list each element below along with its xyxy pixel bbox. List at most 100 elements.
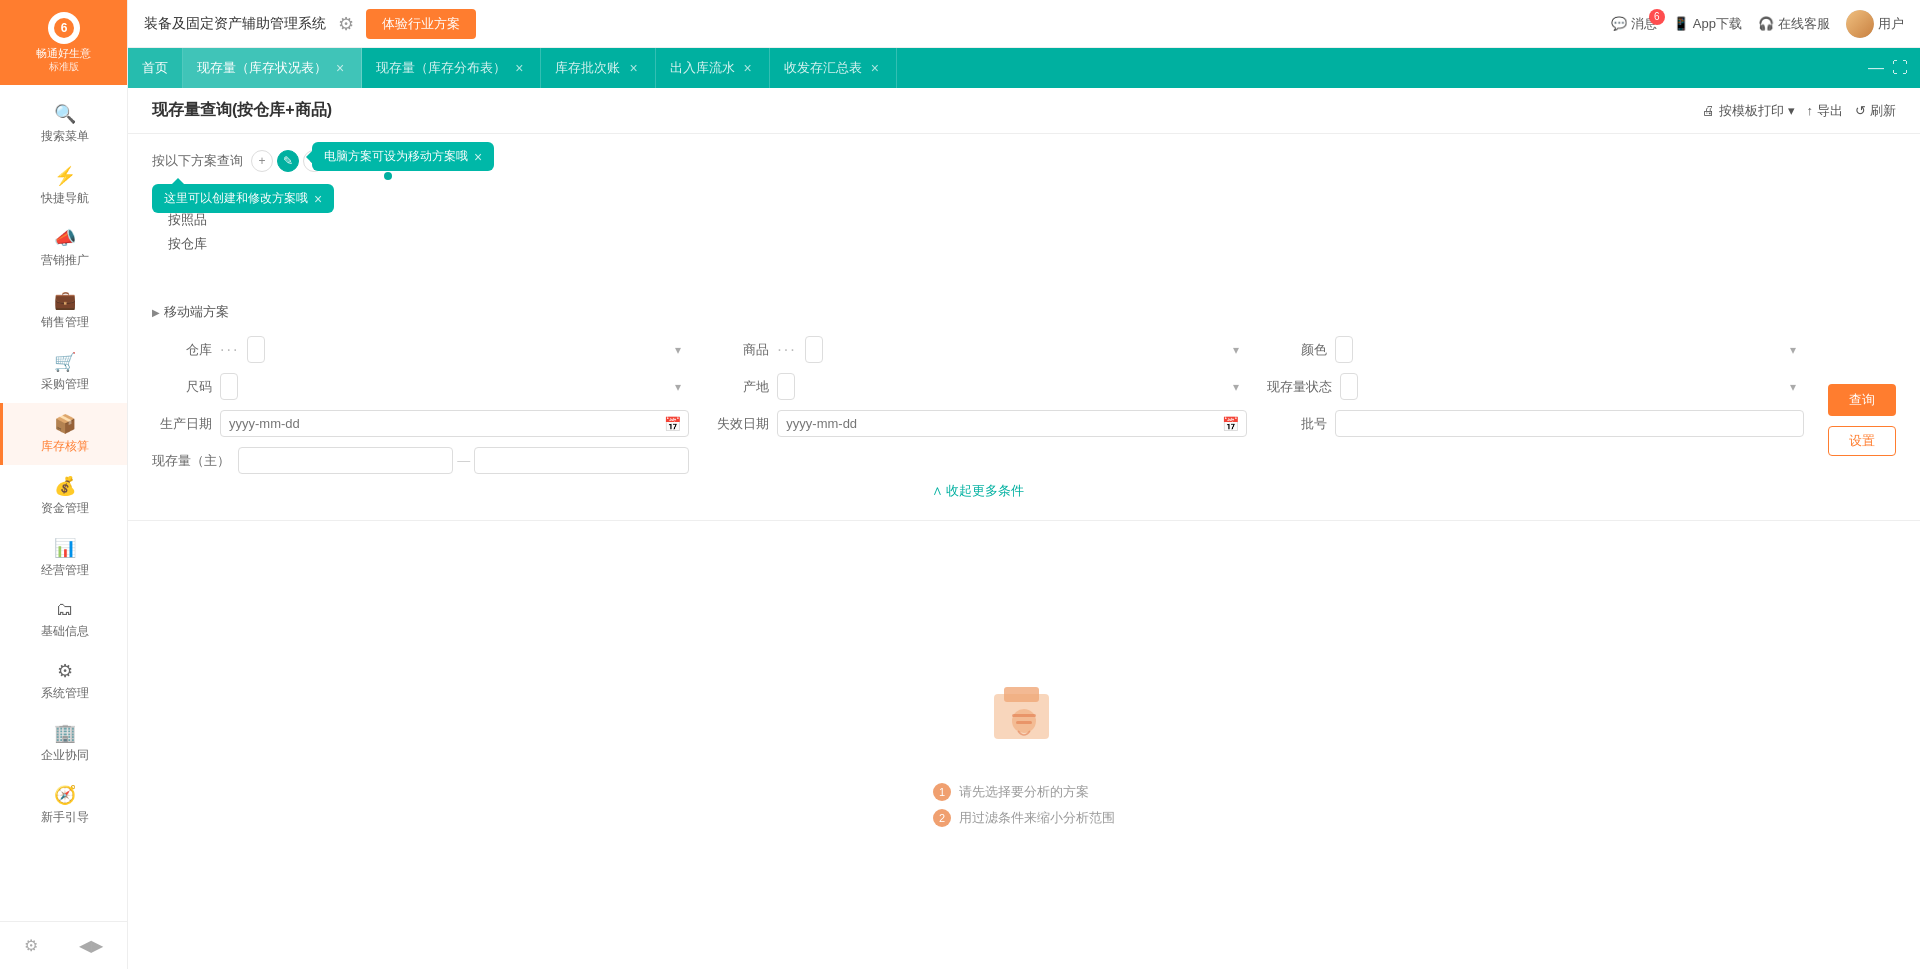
sidebar-item-finance[interactable]: 💰 资金管理 xyxy=(0,465,127,527)
tab-stock-dist[interactable]: 现存量（库存分布表） × xyxy=(362,48,541,88)
search-btn[interactable]: 查询 xyxy=(1828,384,1896,416)
scheme-tooltip-close[interactable]: × xyxy=(474,149,482,165)
tab-stock-dist-label: 现存量（库存分布表） xyxy=(376,59,506,77)
collapse-btn[interactable]: ∧ 收起更多条件 xyxy=(152,474,1804,504)
filter-row-3: 生产日期 📅 失效日期 📅 xyxy=(152,410,1804,437)
purchase-icon: 🛒 xyxy=(54,351,76,373)
guide-icon: 🧭 xyxy=(54,784,76,806)
scheme-tree-item-2[interactable]: 按仓库 xyxy=(152,232,1896,256)
sidebar-item-inventory-label: 库存核算 xyxy=(41,438,89,455)
filter-size: 尺码 xyxy=(152,373,689,400)
export-btn[interactable]: ↑ 导出 xyxy=(1807,102,1844,120)
message-btn[interactable]: 💬 消息 6 xyxy=(1611,15,1657,33)
tab-stock-dist-close[interactable]: × xyxy=(512,59,526,77)
product-dots[interactable]: ··· xyxy=(777,341,796,359)
reset-btn[interactable]: 设置 xyxy=(1828,426,1896,456)
sidebar-item-quicknav[interactable]: ⚡ 快捷导航 xyxy=(0,155,127,217)
tab-batch[interactable]: 库存批次账 × xyxy=(541,48,655,88)
tab-batch-close[interactable]: × xyxy=(626,59,640,77)
sidebar-item-guide-label: 新手引导 xyxy=(41,809,89,826)
expiry-date-cal-icon[interactable]: 📅 xyxy=(1222,416,1239,432)
tab-home[interactable]: 首页 xyxy=(128,48,183,88)
app-download-btn[interactable]: 📱 App下载 xyxy=(1673,15,1742,33)
app-download-label: App下载 xyxy=(1693,15,1742,33)
sidebar-logo: 6 畅通好生意 标准版 xyxy=(0,0,127,85)
sidebar-collapse-btn[interactable]: ◀▶ xyxy=(75,932,107,959)
phone-icon: 📱 xyxy=(1673,16,1689,31)
scheme-tree-item-1[interactable]: 按照品 xyxy=(152,208,1896,232)
sidebar-item-purchase-label: 采购管理 xyxy=(41,376,89,393)
sidebar-item-inventory[interactable]: 📦 库存核算 xyxy=(0,403,127,465)
sidebar-item-purchase[interactable]: 🛒 采购管理 xyxy=(0,341,127,403)
filter-stock-qty: 现存量（主） — xyxy=(152,447,689,474)
tab-flow-label: 出入库流水 xyxy=(670,59,735,77)
filter-stock-status: 现存量状态 xyxy=(1267,373,1804,400)
logo-icon: 6 xyxy=(48,12,80,44)
warehouse-select[interactable] xyxy=(247,336,265,363)
sidebar-item-guide[interactable]: 🧭 新手引导 xyxy=(0,774,127,836)
message-badge: 6 xyxy=(1649,9,1665,25)
header-settings-btn[interactable]: ⚙ xyxy=(338,13,354,35)
edit-scheme-btn[interactable]: ✎ xyxy=(277,150,299,172)
svg-rect-6 xyxy=(1016,721,1032,724)
sidebar-item-enterprise[interactable]: 🏢 企业协同 xyxy=(0,712,127,774)
message-icon: 💬 xyxy=(1611,16,1627,31)
prod-date-input-wrap: 📅 xyxy=(220,410,689,437)
stock-qty-max[interactable] xyxy=(474,447,689,474)
tab-minimize-btn[interactable]: — xyxy=(1868,59,1884,77)
prod-date-cal-icon[interactable]: 📅 xyxy=(664,416,681,432)
sidebar-item-sales[interactable]: 💼 销售管理 xyxy=(0,279,127,341)
tab-stock-status-label: 现存量（库存状况表） xyxy=(197,59,327,77)
tab-maximize-btn[interactable]: ⛶ xyxy=(1892,59,1908,77)
collapse-label: 收起更多条件 xyxy=(946,483,1024,498)
refresh-btn[interactable]: ↺ 刷新 xyxy=(1855,102,1896,120)
warehouse-dots[interactable]: ··· xyxy=(220,341,239,359)
sidebar-item-system[interactable]: ⚙ 系统管理 xyxy=(0,650,127,712)
system-icon: ⚙ xyxy=(57,660,73,682)
product-select[interactable] xyxy=(805,336,823,363)
stock-qty-min[interactable] xyxy=(238,447,453,474)
sidebar-item-finance-label: 资金管理 xyxy=(41,500,89,517)
origin-select-wrap xyxy=(777,373,1246,400)
filter-header: 按以下方案查询 + ✎ ← 电脑方案可设为移动方案哦 × xyxy=(152,150,1896,172)
stock-status-select[interactable] xyxy=(1340,373,1358,400)
sidebar-item-basic[interactable]: 🗂 基础信息 xyxy=(0,589,127,650)
batch-no-input[interactable] xyxy=(1335,410,1804,437)
tab-summary[interactable]: 收发存汇总表 × xyxy=(770,48,897,88)
size-select-wrap xyxy=(220,373,689,400)
tab-summary-close[interactable]: × xyxy=(868,59,882,77)
create-tooltip: 这里可以创建和修改方案哦 × xyxy=(152,184,334,213)
sidebar-item-search[interactable]: 🔍 搜索菜单 xyxy=(0,93,127,155)
tab-home-label: 首页 xyxy=(142,59,168,77)
scheme-tree-pc[interactable]: ▼ 电脑端方案 xyxy=(152,184,1896,208)
sidebar-item-operation[interactable]: 📊 经营管理 xyxy=(0,527,127,589)
tab-flow-close[interactable]: × xyxy=(741,59,755,77)
tabbar-actions: — ⛶ xyxy=(1856,59,1920,77)
user-menu[interactable]: 用户 xyxy=(1846,10,1904,38)
create-tooltip-close[interactable]: × xyxy=(314,191,322,207)
stock-qty-label: 现存量（主） xyxy=(152,452,230,470)
scheme-tree-mobile[interactable]: ▶ 移动端方案 xyxy=(152,300,1896,324)
print-btn[interactable]: 🖨 按模板打印 ▾ xyxy=(1702,102,1795,120)
color-label: 颜色 xyxy=(1267,341,1327,359)
expiry-date-input[interactable] xyxy=(777,410,1246,437)
sidebar-item-marketing[interactable]: 📣 营销推广 xyxy=(0,217,127,279)
origin-label: 产地 xyxy=(709,378,769,396)
page-title: 现存量查询(按仓库+商品) xyxy=(152,100,332,121)
export-icon: ↑ xyxy=(1807,103,1814,118)
online-support-btn[interactable]: 🎧 在线客服 xyxy=(1758,15,1830,33)
filter-origin: 产地 xyxy=(709,373,1246,400)
origin-select[interactable] xyxy=(777,373,795,400)
sidebar: 6 畅通好生意 标准版 🔍 搜索菜单 ⚡ 快捷导航 📣 营销推广 💼 销售管理 … xyxy=(0,0,128,969)
size-label: 尺码 xyxy=(152,378,212,396)
trial-btn[interactable]: 体验行业方案 xyxy=(366,9,476,39)
tab-flow[interactable]: 出入库流水 × xyxy=(656,48,770,88)
tab-stock-status[interactable]: 现存量（库存状况表） × xyxy=(183,48,362,88)
color-select[interactable] xyxy=(1335,336,1353,363)
tab-stock-status-close[interactable]: × xyxy=(333,59,347,77)
add-scheme-btn[interactable]: + xyxy=(251,150,273,172)
prod-date-input[interactable] xyxy=(220,410,689,437)
sidebar-settings-btn[interactable]: ⚙ xyxy=(20,932,42,959)
size-select[interactable] xyxy=(220,373,238,400)
item1-label: 按照品 xyxy=(168,211,207,229)
